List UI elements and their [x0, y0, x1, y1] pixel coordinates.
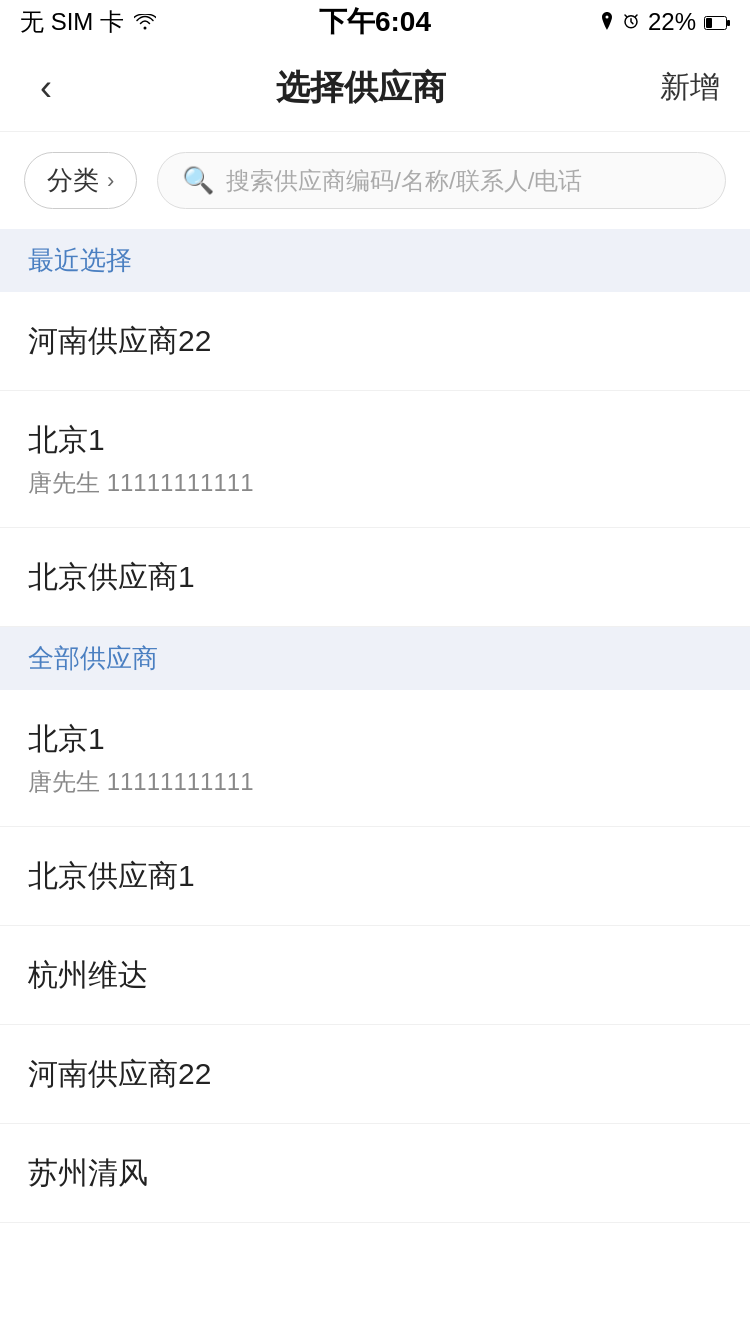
chevron-right-icon: ›	[107, 168, 114, 194]
status-time: 下午6:04	[319, 3, 431, 41]
alarm-icon	[622, 8, 640, 36]
all-list: 北京1 唐先生 11111111111 北京供应商1 杭州维达河南供应商22 苏州清风	[0, 690, 750, 1223]
item-name: 杭州维达	[28, 954, 722, 996]
item-name: 河南供应商22	[28, 320, 722, 362]
list-item[interactable]: 苏州清风	[0, 1124, 750, 1223]
item-name: 北京供应商1	[28, 556, 722, 598]
item-name: 北京1	[28, 419, 722, 461]
status-left: 无 SIM 卡	[20, 6, 156, 38]
item-sub: 唐先生 11111111111	[28, 766, 722, 798]
item-name: 北京供应商1	[28, 855, 722, 897]
category-button[interactable]: 分类 ›	[24, 152, 137, 209]
list-item[interactable]: 河南供应商22	[0, 292, 750, 391]
filter-bar: 分类 › 🔍	[0, 132, 750, 229]
battery-icon	[704, 8, 730, 36]
recent-section-label: 最近选择	[28, 245, 132, 275]
all-section-label: 全部供应商	[28, 643, 158, 673]
list-item[interactable]: 河南供应商22	[0, 1025, 750, 1124]
item-name: 河南供应商22	[28, 1053, 722, 1095]
item-name: 北京1	[28, 718, 722, 760]
search-icon: 🔍	[182, 165, 214, 196]
list-item[interactable]: 杭州维达	[0, 926, 750, 1025]
back-button[interactable]: ‹	[30, 57, 62, 119]
list-item[interactable]: 北京1 唐先生 11111111111	[0, 690, 750, 827]
status-bar: 无 SIM 卡 下午6:04 22%	[0, 0, 750, 44]
list-item[interactable]: 北京供应商1	[0, 827, 750, 926]
search-box: 🔍	[157, 152, 726, 209]
category-label: 分类	[47, 163, 99, 198]
svg-rect-2	[706, 18, 712, 28]
location-icon	[600, 8, 614, 36]
recent-list: 河南供应商22 北京1 唐先生 11111111111 北京供应商1	[0, 292, 750, 627]
carrier-label: 无 SIM 卡	[20, 6, 124, 38]
battery-label: 22%	[648, 8, 696, 36]
list-item[interactable]: 北京供应商1	[0, 528, 750, 627]
recent-section-header: 最近选择	[0, 229, 750, 292]
item-name: 苏州清风	[28, 1152, 722, 1194]
all-section-header: 全部供应商	[0, 627, 750, 690]
nav-bar: ‹ 选择供应商 新增	[0, 44, 750, 132]
new-action-button[interactable]: 新增	[660, 67, 720, 108]
wifi-icon	[134, 8, 156, 36]
status-right: 22%	[600, 8, 730, 36]
search-input[interactable]	[226, 167, 701, 195]
item-sub: 唐先生 11111111111	[28, 467, 722, 499]
list-item[interactable]: 北京1 唐先生 11111111111	[0, 391, 750, 528]
page-title: 选择供应商	[276, 65, 446, 111]
svg-rect-3	[727, 20, 730, 26]
